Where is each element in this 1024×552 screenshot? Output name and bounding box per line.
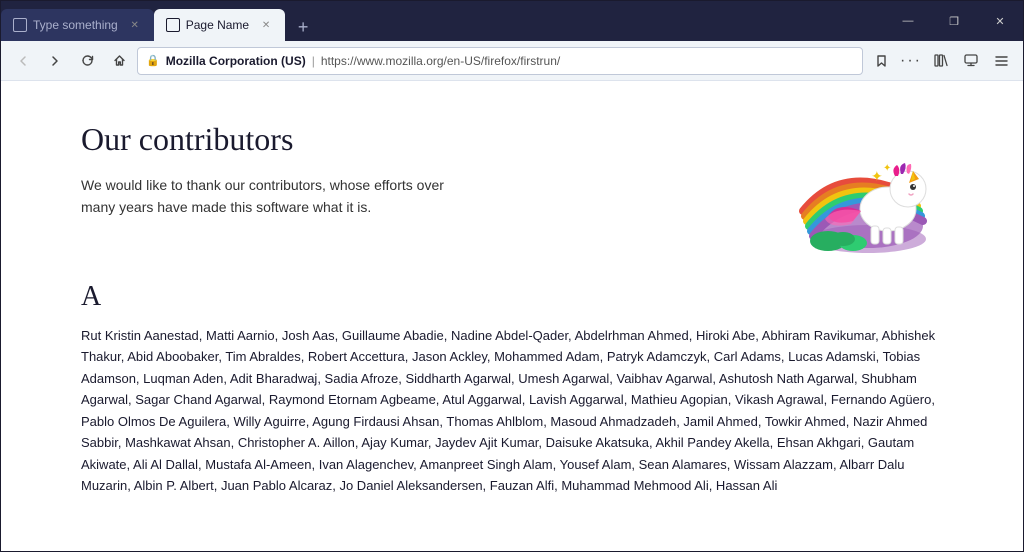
minimize-button[interactable]: — — [885, 5, 931, 37]
tab-icon-1 — [13, 18, 27, 32]
tab-label-1: Type something — [33, 18, 118, 32]
back-button[interactable] — [9, 47, 37, 75]
page-header-text: Our contributors We would like to thank … — [81, 121, 783, 219]
site-name: Mozilla Corporation (US) — [166, 54, 306, 68]
titlebar: Type something ✕ Page Name ✕ + — ❐ ✕ — [1, 1, 1023, 41]
window-controls: — ❐ ✕ — [885, 1, 1023, 41]
url-separator: | — [312, 54, 315, 68]
tab-close-1[interactable]: ✕ — [128, 18, 142, 32]
bookmark-button[interactable] — [867, 47, 895, 75]
new-tab-button[interactable]: + — [289, 13, 317, 41]
section-letter: A — [81, 281, 943, 313]
maximize-button[interactable]: ❐ — [931, 5, 977, 37]
library-button[interactable] — [927, 47, 955, 75]
forward-button[interactable] — [41, 47, 69, 75]
content-area: Our contributors We would like to thank … — [1, 81, 1023, 551]
svg-text:✦: ✦ — [871, 168, 883, 184]
close-button[interactable]: ✕ — [977, 5, 1023, 37]
contributors-list: Rut Kristin Aanestad, Matti Aarnio, Josh… — [81, 325, 943, 497]
lock-icon: 🔒 — [146, 54, 160, 67]
page-title: Our contributors — [81, 121, 783, 158]
page-content: Our contributors We would like to thank … — [1, 81, 1023, 551]
toolbar-right: ··· — [867, 47, 1015, 75]
svg-text:✦: ✦ — [883, 163, 891, 174]
tab-label-2: Page Name — [186, 18, 249, 32]
tab-page-name[interactable]: Page Name ✕ — [154, 9, 285, 41]
browser-window: Type something ✕ Page Name ✕ + — ❐ ✕ — [0, 0, 1024, 552]
page-subtitle: We would like to thank our contributors,… — [81, 174, 461, 219]
page-header: Our contributors We would like to thank … — [81, 121, 943, 261]
toolbar: 🔒 Mozilla Corporation (US) | https://www… — [1, 41, 1023, 81]
home-button[interactable] — [105, 47, 133, 75]
address-bar[interactable]: 🔒 Mozilla Corporation (US) | https://www… — [137, 47, 863, 75]
synced-tabs-button[interactable] — [957, 47, 985, 75]
url-text: https://www.mozilla.org/en-US/firefox/fi… — [321, 54, 560, 68]
tab-type-something[interactable]: Type something ✕ — [1, 9, 154, 41]
tab-close-2[interactable]: ✕ — [259, 18, 273, 32]
unicorn-illustration: ✦ ✦ — [783, 121, 943, 261]
refresh-button[interactable] — [73, 47, 101, 75]
more-button[interactable]: ··· — [897, 47, 925, 75]
tab-icon-2 — [166, 18, 180, 32]
menu-button[interactable] — [987, 47, 1015, 75]
